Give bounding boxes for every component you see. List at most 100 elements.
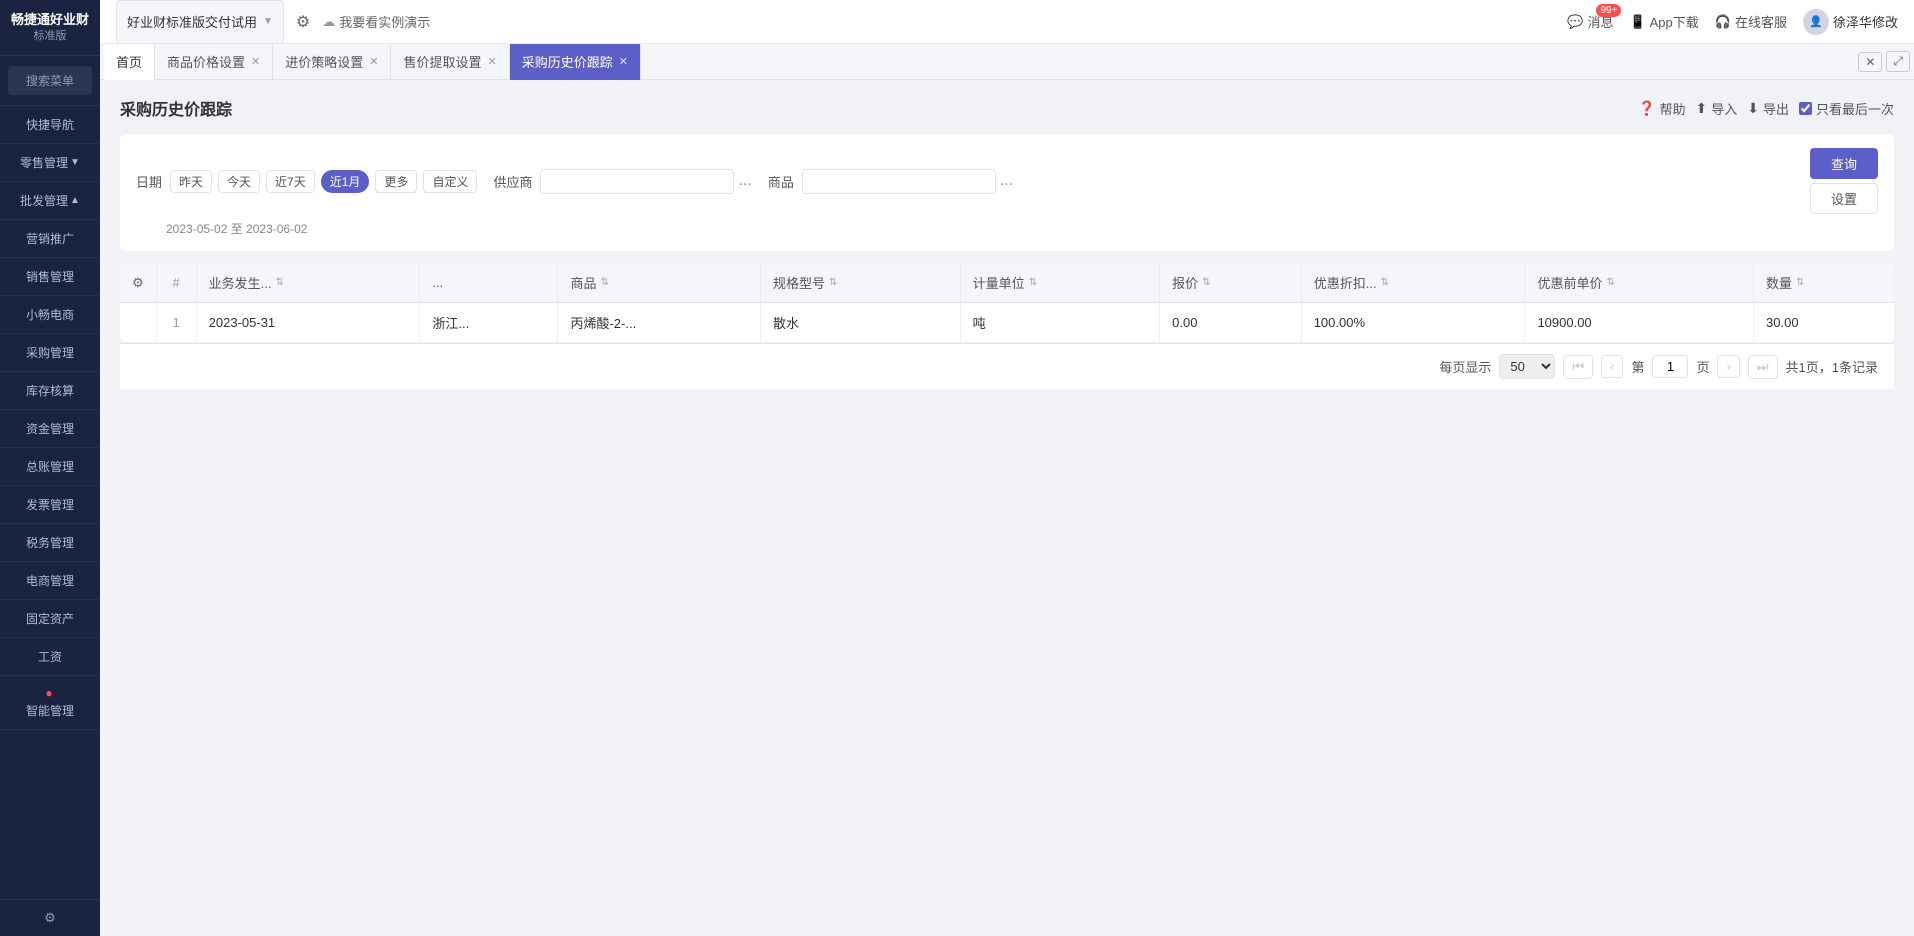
table-body: 12023-05-31浙江...丙烯酸-2-...散水吨0.00100.00%1… <box>120 303 1894 343</box>
filter-settings-button[interactable]: 设置 <box>1810 183 1878 214</box>
col-header-discount[interactable]: 优惠折扣...⇅ <box>1301 263 1525 303</box>
only-last-label: 只看最后一次 <box>1816 99 1894 118</box>
tab-close-purchase-history[interactable]: ✕ <box>619 55 628 68</box>
tab-purchase-strategy[interactable]: 进价策略设置✕ <box>273 44 391 80</box>
sidebar-item-13[interactable]: 工资 <box>0 638 100 676</box>
sidebar-item-7[interactable]: 资金管理 <box>0 410 100 448</box>
col-header-pre_price[interactable]: 优惠前单价⇅ <box>1525 263 1754 303</box>
col-header-spec[interactable]: 规格型号⇅ <box>761 263 961 303</box>
headset-icon: 🎧 <box>1715 14 1731 30</box>
first-page-button[interactable]: ⏮ <box>1563 355 1593 379</box>
sort-wrap-product[interactable]: 商品⇅ <box>570 273 748 292</box>
prev-page-button[interactable]: ‹ <box>1601 355 1623 378</box>
col-header-unit[interactable]: 计量单位⇅ <box>960 263 1160 303</box>
product-dots[interactable]: ... <box>1000 172 1013 190</box>
tab-purchase-history[interactable]: 采购历史价跟踪✕ <box>510 44 641 80</box>
product-selector[interactable]: 好业财标准版交付试用 ▼ <box>116 0 284 44</box>
supplier-input[interactable] <box>540 169 734 194</box>
table-row[interactable]: 12023-05-31浙江...丙烯酸-2-...散水吨0.00100.00%1… <box>120 303 1894 343</box>
supplier-input-wrap: ... <box>540 169 751 194</box>
tab-home[interactable]: 首页 <box>104 44 155 80</box>
date-option-自定义[interactable]: 自定义 <box>423 170 477 193</box>
cell-discount-0: 100.00% <box>1301 303 1525 343</box>
tab-sale-price[interactable]: 售价提取设置✕ <box>391 44 509 80</box>
sidebar-item-quick-nav[interactable]: 快捷导航 <box>0 106 100 144</box>
sidebar-item-1[interactable]: 批发管理▲ <box>0 182 100 220</box>
date-option-近1月[interactable]: 近1月 <box>321 170 370 193</box>
sidebar-item-5[interactable]: 采购管理 <box>0 334 100 372</box>
sidebar-item-4[interactable]: 小畅电商 <box>0 296 100 334</box>
col-header-product[interactable]: 商品⇅ <box>558 263 761 303</box>
sidebar-item-8[interactable]: 总账管理 <box>0 448 100 486</box>
sidebar-item-label-1: 批发管理 <box>20 192 68 209</box>
sidebar-item-14[interactable]: ●智能管理 <box>0 676 100 730</box>
sort-wrap-pre_price[interactable]: 优惠前单价⇅ <box>1537 273 1741 292</box>
online-service-button[interactable]: 🎧 在线客服 <box>1715 12 1787 31</box>
sidebar-item-3[interactable]: 销售管理 <box>0 258 100 296</box>
sort-wrap-discount[interactable]: 优惠折扣...⇅ <box>1314 273 1513 292</box>
sidebar-item-10[interactable]: 税务管理 <box>0 524 100 562</box>
app-download-button[interactable]: 📱 App下载 <box>1629 12 1698 31</box>
demo-link[interactable]: ☁ 我要看实例演示 <box>322 12 430 31</box>
header-settings-icon[interactable]: ⚙ <box>296 12 310 32</box>
help-button[interactable]: ❓ 帮助 <box>1638 99 1685 118</box>
cell-pre_price-0: 10900.00 <box>1525 303 1754 343</box>
date-option-更多[interactable]: 更多 <box>375 170 417 193</box>
maximize-tab-button[interactable]: ⤢ <box>1886 51 1910 72</box>
tab-close-purchase-strategy[interactable]: ✕ <box>369 55 378 68</box>
sidebar-item-6[interactable]: 库存核算 <box>0 372 100 410</box>
search-menu-button[interactable]: 搜索菜单 <box>8 66 92 95</box>
sidebar-item-2[interactable]: 营销推广 <box>0 220 100 258</box>
user-info[interactable]: 👤 徐泽华修改 <box>1803 9 1898 35</box>
import-button[interactable]: ⬆ 导入 <box>1695 99 1737 118</box>
tab-price[interactable]: 商品价格设置 ✕ <box>155 44 273 80</box>
avatar-icon: 👤 <box>1809 15 1823 28</box>
date-option-今天[interactable]: 今天 <box>218 170 260 193</box>
sort-icon-unit: ⇅ <box>1029 277 1037 288</box>
sidebar-item-label-4: 小畅电商 <box>26 306 74 323</box>
sort-wrap-spec[interactable]: 规格型号⇅ <box>773 273 948 292</box>
message-button[interactable]: 💬 消息 99+ <box>1567 12 1613 31</box>
date-option-昨天[interactable]: 昨天 <box>170 170 212 193</box>
sidebar-item-0[interactable]: 零售管理▼ <box>0 144 100 182</box>
supplier-filter-group: 供应商 ... <box>493 169 751 194</box>
sort-wrap-quantity[interactable]: 数量⇅ <box>1766 273 1882 292</box>
sort-wrap-date[interactable]: 业务发生...⇅ <box>209 273 408 292</box>
col-header-date[interactable]: 业务发生...⇅ <box>196 263 420 303</box>
page-input[interactable]: 1 <box>1652 355 1688 378</box>
tab-label-price: 商品价格设置 <box>167 52 245 71</box>
tab-close-price[interactable]: ✕ <box>251 55 260 68</box>
page-unit: 页 <box>1696 357 1709 376</box>
export-button[interactable]: ⬇ 导出 <box>1747 99 1789 118</box>
logo-sub: 标准版 <box>10 29 90 43</box>
logo-title: 畅捷通好业财 <box>10 12 90 29</box>
col-header-quantity[interactable]: 数量⇅ <box>1754 263 1894 303</box>
next-page-button[interactable]: › <box>1717 355 1739 378</box>
user-name: 徐泽华修改 <box>1833 12 1898 31</box>
query-button[interactable]: 查询 <box>1810 148 1878 179</box>
col-header-gear: ⚙ <box>120 263 156 303</box>
sidebar-settings-button[interactable]: ⚙ <box>0 899 100 936</box>
sidebar-item-label-9: 发票管理 <box>26 496 74 513</box>
sidebar-item-12[interactable]: 固定资产 <box>0 600 100 638</box>
per-page-select[interactable]: 102050100 <box>1499 354 1555 379</box>
only-last-input[interactable] <box>1799 102 1812 115</box>
col-header-price[interactable]: 报价⇅ <box>1160 263 1302 303</box>
date-option-近7天[interactable]: 近7天 <box>266 170 315 193</box>
product-filter-group: 商品 ... <box>768 169 1013 194</box>
per-page-label: 每页显示 <box>1439 357 1491 376</box>
sort-wrap-unit[interactable]: 计量单位⇅ <box>973 273 1148 292</box>
supplier-filter-label: 供应商 <box>493 172 532 191</box>
sort-wrap-price[interactable]: 报价⇅ <box>1172 273 1289 292</box>
table-header: ⚙#业务发生...⇅...商品⇅规格型号⇅计量单位⇅报价⇅优惠折扣...⇅优惠前… <box>120 263 1894 303</box>
col-label-price: 报价 <box>1172 273 1198 292</box>
supplier-dots[interactable]: ... <box>738 172 751 190</box>
sidebar-item-11[interactable]: 电商管理 <box>0 562 100 600</box>
sidebar-item-9[interactable]: 发票管理 <box>0 486 100 524</box>
only-last-checkbox[interactable]: 只看最后一次 <box>1799 99 1894 118</box>
tab-close-sale-price[interactable]: ✕ <box>488 55 497 68</box>
gear-icon[interactable]: ⚙ <box>132 275 144 290</box>
last-page-button[interactable]: ⏭ <box>1748 355 1778 379</box>
close-tab-button[interactable]: ✕ <box>1858 52 1882 72</box>
product-input[interactable] <box>802 169 996 194</box>
